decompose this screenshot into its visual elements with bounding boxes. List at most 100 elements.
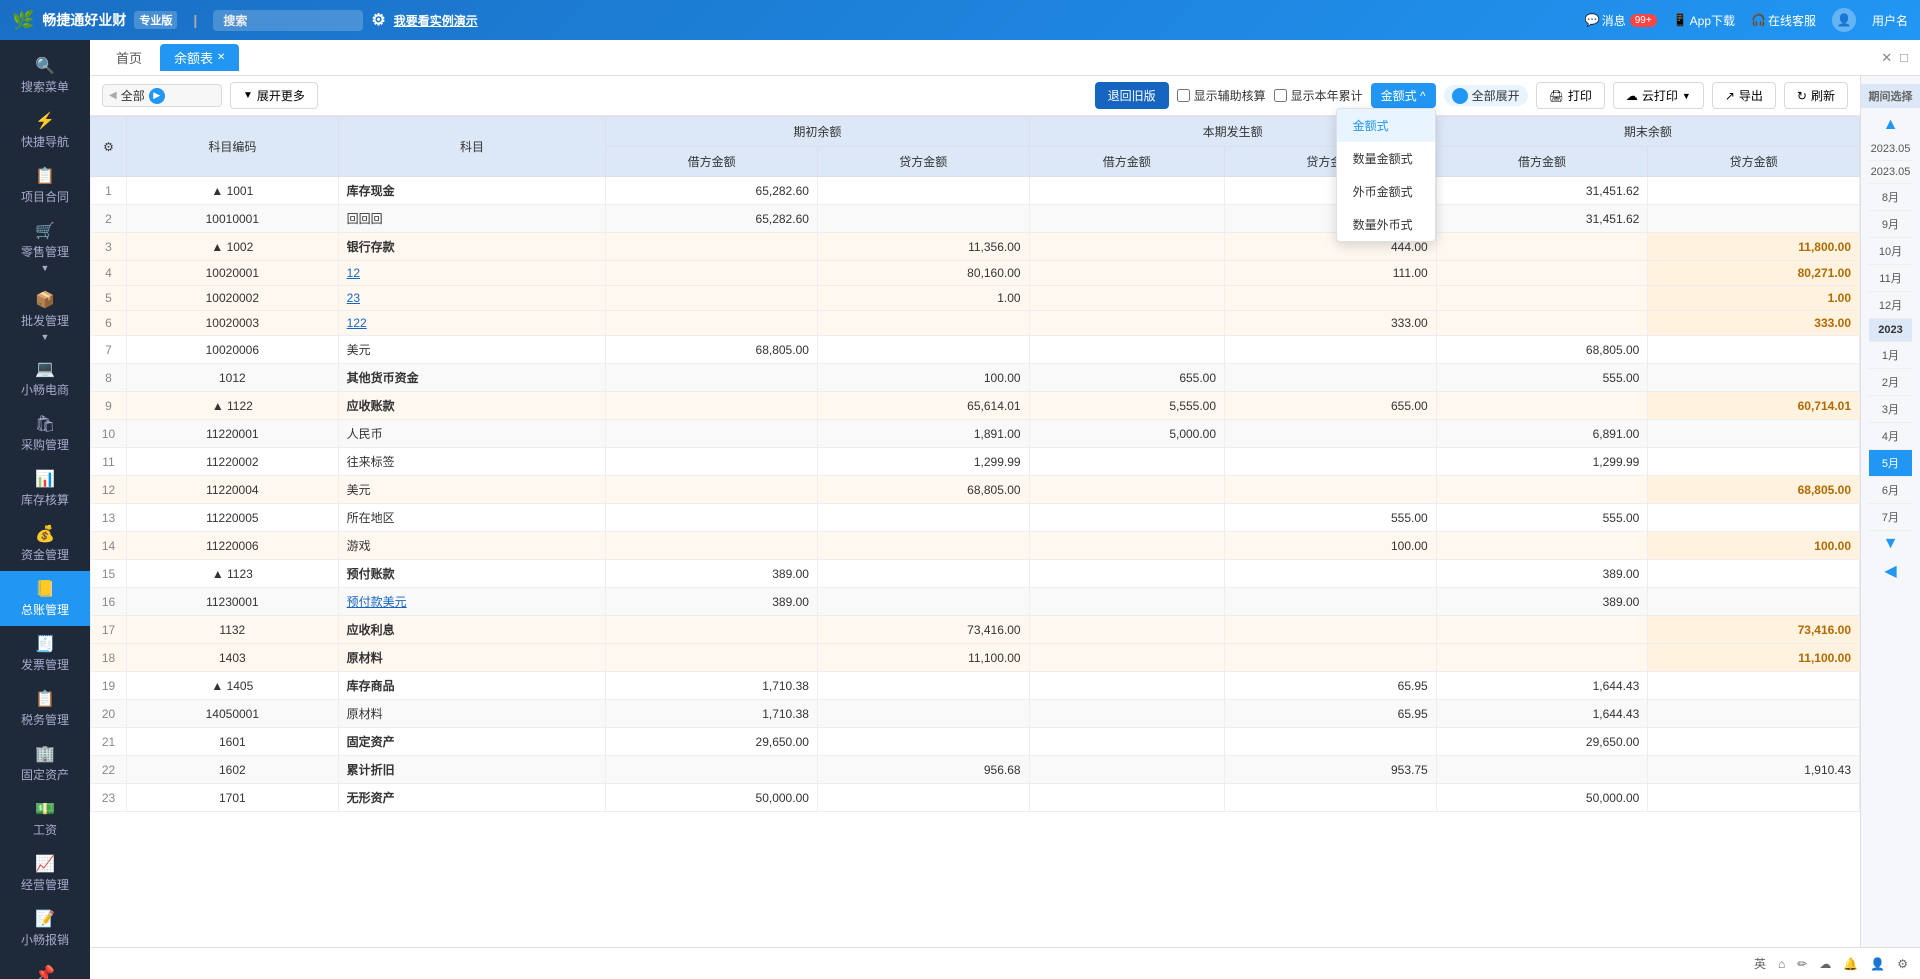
tab-home[interactable]: 首页 bbox=[102, 44, 156, 71]
sidebar-item-search[interactable]: 🔍 搜索菜单 bbox=[0, 48, 90, 103]
sidebar-item-payroll[interactable]: 💵 工资 bbox=[0, 791, 90, 846]
table-row[interactable]: 19▲ 1405库存商品1,710.3865.951,644.43 bbox=[91, 672, 1860, 700]
show-auxiliary-check[interactable] bbox=[1177, 89, 1190, 102]
refresh-btn[interactable]: ↻ 刷新 bbox=[1784, 82, 1848, 109]
amount-type-btn[interactable]: 金额式 ^ bbox=[1371, 83, 1436, 108]
sidebar-item-ledger[interactable]: 📒 总账管理 bbox=[0, 571, 90, 626]
period-item[interactable]: 4月 bbox=[1869, 423, 1913, 450]
show-ytd-label[interactable]: 显示本年累计 bbox=[1274, 87, 1363, 104]
table-row[interactable]: 1211220004美元68,805.0068,805.00 bbox=[91, 476, 1860, 504]
print-btn[interactable]: 🖨 打印 bbox=[1536, 82, 1605, 109]
status-english[interactable]: 英 bbox=[1754, 955, 1766, 972]
sidebar-item-wholesale[interactable]: 📦 批发管理 ▼ bbox=[0, 282, 90, 351]
sidebar-item-capital[interactable]: 💰 资金管理 bbox=[0, 516, 90, 571]
show-ytd-check[interactable] bbox=[1274, 89, 1287, 102]
period-item[interactable]: 12月 bbox=[1869, 292, 1913, 319]
period-item[interactable]: 2月 bbox=[1869, 369, 1913, 396]
sidebar-item-invoice[interactable]: 🧾 发票管理 bbox=[0, 626, 90, 681]
table-row[interactable]: 231701无形资产50,000.0050,000.00 bbox=[91, 784, 1860, 812]
sidebar-item-operation[interactable]: 📈 经营管理 bbox=[0, 846, 90, 901]
period-item[interactable]: 8月 bbox=[1869, 184, 1913, 211]
table-row[interactable]: 1111220002往来标签1,299.991,299.99 bbox=[91, 448, 1860, 476]
export-btn[interactable]: ↗ 导出 bbox=[1712, 82, 1776, 109]
amount-type-option-2[interactable]: 外币金额式 bbox=[1337, 175, 1435, 208]
sidebar-item-report[interactable]: 📝 小畅报销 bbox=[0, 901, 90, 956]
period-item[interactable]: 11月 bbox=[1869, 265, 1913, 292]
sidebar-item-inventory[interactable]: 📊 库存核算 bbox=[0, 461, 90, 516]
period-item[interactable]: 2023.05 bbox=[1869, 161, 1913, 184]
table-row[interactable]: 221602累计折旧956.68953.751,910.43 bbox=[91, 756, 1860, 784]
amount-type-option-0[interactable]: 金额式 bbox=[1337, 109, 1435, 142]
period-item[interactable]: 1月 bbox=[1869, 342, 1913, 369]
account-name-cell[interactable]: 预付款美元 bbox=[338, 588, 606, 616]
online-service-btn[interactable]: 🎧 在线客服 bbox=[1751, 12, 1816, 29]
expand-more-btn[interactable]: ▼ 展开更多 bbox=[230, 82, 318, 109]
table-row[interactable]: 4100200011280,160.00111.0080,271.00 bbox=[91, 261, 1860, 286]
table-row[interactable]: 510020002231.001.00 bbox=[91, 286, 1860, 311]
account-name-cell[interactable]: 12 bbox=[338, 261, 606, 286]
settings-icon[interactable]: ⚙ bbox=[371, 10, 385, 30]
table-row[interactable]: 610020003122333.00333.00 bbox=[91, 311, 1860, 336]
amount-type-option-3[interactable]: 数量外币式 bbox=[1337, 208, 1435, 241]
status-notification[interactable]: 🔔 bbox=[1843, 957, 1858, 971]
table-row[interactable]: 15▲ 1123预付账款389.00389.00 bbox=[91, 560, 1860, 588]
status-home[interactable]: ⌂ bbox=[1778, 957, 1785, 971]
amount-type-option-1[interactable]: 数量金额式 bbox=[1337, 142, 1435, 175]
demo-link[interactable]: 我要看实例演示 bbox=[394, 12, 478, 29]
tab-balance[interactable]: 余额表 ✕ bbox=[160, 44, 239, 71]
table-row[interactable]: 171132应收利息73,416.0073,416.00 bbox=[91, 616, 1860, 644]
search-box[interactable]: ◀ 全部 ▶ bbox=[102, 84, 222, 107]
period-item[interactable]: 6月 bbox=[1869, 477, 1913, 504]
period-item[interactable]: 2023 bbox=[1869, 319, 1913, 342]
search-bar[interactable]: 搜索 bbox=[213, 10, 363, 31]
period-item[interactable]: 2023.05 bbox=[1869, 138, 1913, 161]
period-item[interactable]: 5月 bbox=[1869, 450, 1913, 477]
sidebar-item-ecommerce[interactable]: 💻 小畅电商 bbox=[0, 351, 90, 406]
table-row[interactable]: 210010001回回回65,282.6033,830.9831,451.62 bbox=[91, 205, 1860, 233]
sidebar-item-project[interactable]: 📋 项目合同 bbox=[0, 158, 90, 213]
cloud-print-btn[interactable]: ☁ 云打印 ▼ bbox=[1613, 82, 1704, 109]
table-row[interactable]: 1011220001人民币1,891.005,000.006,891.00 bbox=[91, 420, 1860, 448]
period-nav-up[interactable]: ▲ bbox=[1879, 112, 1903, 138]
sidebar-item-purchase[interactable]: 🛍 采购管理 bbox=[0, 406, 90, 461]
period-item[interactable]: 3月 bbox=[1869, 396, 1913, 423]
app-download-btn[interactable]: 📱 App下载 bbox=[1673, 12, 1735, 29]
table-row[interactable]: 3▲ 1002银行存款11,356.00444.0011,800.00 bbox=[91, 233, 1860, 261]
sidebar-item-basic[interactable]: 📌 基础信息 bbox=[0, 956, 90, 979]
table-row[interactable]: 2014050001原材料1,710.3865.951,644.43 bbox=[91, 700, 1860, 728]
col-gear[interactable]: ⚙ bbox=[91, 117, 127, 177]
status-user[interactable]: 👤 bbox=[1870, 957, 1885, 971]
period-nav-down[interactable]: ▼ bbox=[1879, 531, 1903, 557]
period-item[interactable]: 10月 bbox=[1869, 238, 1913, 265]
sidebar-item-tax[interactable]: 📋 税务管理 bbox=[0, 681, 90, 736]
show-auxiliary-label[interactable]: 显示辅助核算 bbox=[1177, 87, 1266, 104]
return-old-btn[interactable]: 退回旧版 bbox=[1095, 82, 1169, 109]
period-item[interactable]: 7月 bbox=[1869, 504, 1913, 531]
message-btn[interactable]: 💬 消息 99+ bbox=[1585, 12, 1657, 29]
user-avatar[interactable]: 👤 bbox=[1832, 8, 1856, 32]
table-row[interactable]: 181403原材料11,100.0011,100.00 bbox=[91, 644, 1860, 672]
status-cloud[interactable]: ☁ bbox=[1819, 957, 1831, 971]
user-name[interactable]: 用户名 bbox=[1872, 12, 1908, 29]
table-row[interactable]: 1▲ 1001库存现金65,282.6033,830.9831,451.62 bbox=[91, 177, 1860, 205]
table-row[interactable]: 211601固定资产29,650.0029,650.00 bbox=[91, 728, 1860, 756]
status-settings[interactable]: ⚙ bbox=[1897, 957, 1908, 971]
table-row[interactable]: 1311220005所在地区555.00555.00 bbox=[91, 504, 1860, 532]
right-arrow-icon[interactable]: ▶ bbox=[149, 88, 165, 104]
table-row[interactable]: 81012其他货币资金100.00655.00555.00 bbox=[91, 364, 1860, 392]
table-row[interactable]: 710020006美元68,805.0068,805.00 bbox=[91, 336, 1860, 364]
account-name-cell[interactable]: 122 bbox=[338, 311, 606, 336]
window-maximize[interactable]: □ bbox=[1900, 50, 1908, 66]
sidebar-item-quicknav[interactable]: ⚡ 快捷导航 bbox=[0, 103, 90, 158]
window-close[interactable]: ✕ bbox=[1881, 50, 1892, 66]
expand-all-toggle[interactable]: 全部展开 bbox=[1444, 85, 1528, 106]
status-edit[interactable]: ✏ bbox=[1797, 957, 1807, 971]
period-item[interactable]: 9月 bbox=[1869, 211, 1913, 238]
table-row[interactable]: 1411220006游戏100.00100.00 bbox=[91, 532, 1860, 560]
table-row[interactable]: 9▲ 1122应收账款65,614.015,555.00655.0060,714… bbox=[91, 392, 1860, 420]
period-collapse[interactable]: ◀ bbox=[1884, 561, 1896, 581]
table-row[interactable]: 1611230001预付款美元389.00389.00 bbox=[91, 588, 1860, 616]
sidebar-item-retail[interactable]: 🛒 零售管理 ▼ bbox=[0, 213, 90, 282]
tab-balance-close[interactable]: ✕ bbox=[217, 52, 225, 63]
account-name-cell[interactable]: 23 bbox=[338, 286, 606, 311]
